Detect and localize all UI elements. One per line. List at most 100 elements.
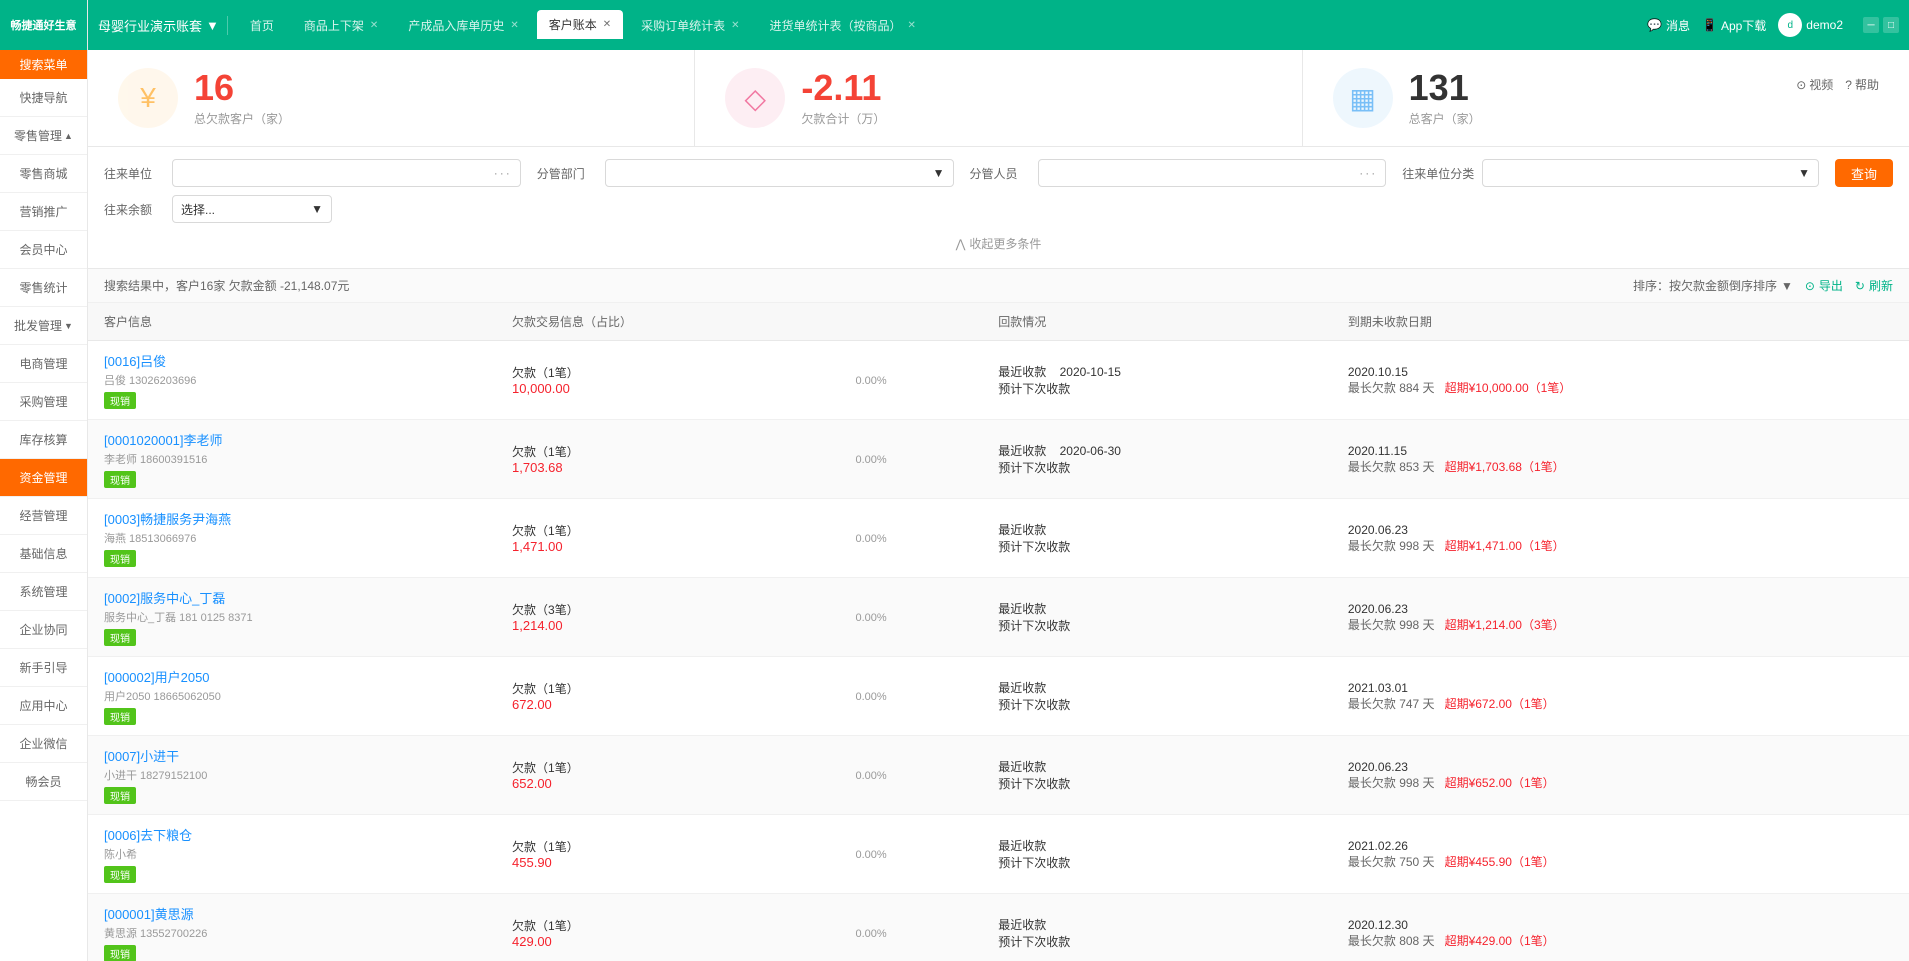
- customer-name-1[interactable]: [0001020001]李老师: [104, 433, 223, 448]
- overdue-link-2[interactable]: 超期¥1,471.00（1笔）: [1445, 539, 1565, 553]
- refresh-label: 刷新: [1869, 277, 1893, 294]
- customer-tag-1: 现销: [104, 471, 136, 488]
- next-payment-6: 预计下次收款: [998, 854, 1316, 871]
- tab-product-listing[interactable]: 商品上下架 ✕: [292, 11, 390, 40]
- maximize-btn[interactable]: □: [1883, 17, 1899, 33]
- sidebar-item-collab[interactable]: 企业协同: [0, 611, 87, 649]
- due-date-7: 2020.12.30: [1348, 918, 1893, 932]
- overdue-link-5[interactable]: 超期¥652.00（1笔）: [1445, 776, 1555, 790]
- tab-product-listing-close[interactable]: ✕: [370, 20, 378, 31]
- search-button[interactable]: 查询: [1835, 159, 1893, 187]
- cell-debt-info-1: 欠款（1笔） 1,703.68: [496, 420, 839, 499]
- sidebar-item-apps[interactable]: 应用中心: [0, 687, 87, 725]
- customer-name-7[interactable]: [000001]黄思源: [104, 907, 194, 922]
- sidebar-item-finance[interactable]: 资金管理: [0, 459, 87, 497]
- suite-selector[interactable]: 母婴行业演示账套 ▼: [98, 16, 228, 35]
- filter-dept-label: 分管部门: [537, 165, 597, 182]
- overdue-link-0[interactable]: 超期¥10,000.00（1笔）: [1445, 381, 1572, 395]
- due-date-2: 2020.06.23: [1348, 523, 1893, 537]
- debt-customers-label: 总欠款客户（家）: [194, 110, 290, 127]
- due-date-1: 2020.11.15: [1348, 444, 1893, 458]
- search-menu-btn[interactable]: 搜索菜单: [0, 50, 87, 79]
- customer-name-2[interactable]: [0003]畅捷服务尹海燕: [104, 512, 231, 527]
- sidebar-item-guide[interactable]: 新手引导: [0, 649, 87, 687]
- tab-customer-account[interactable]: 客户账本 ✕: [537, 10, 623, 41]
- tab-home[interactable]: 首页: [238, 11, 286, 40]
- filter-category-select[interactable]: ▼: [1482, 159, 1819, 187]
- debt-amount-4[interactable]: 672.00: [512, 697, 823, 712]
- cell-customer-info-5: [0007]小进干 小进干 18279152100 现销: [88, 736, 496, 815]
- cell-due-date-5: 2020.06.23 最长欠款 998 天 超期¥652.00（1笔）: [1332, 736, 1909, 815]
- customer-name-3[interactable]: [0002]服务中心_丁磊: [104, 591, 225, 606]
- debt-amount-7[interactable]: 429.00: [512, 934, 823, 949]
- tab-inventory-history-close[interactable]: ✕: [510, 20, 518, 31]
- suite-dropdown-icon: ▼: [206, 18, 219, 33]
- overdue-link-1[interactable]: 超期¥1,703.68（1笔）: [1445, 460, 1565, 474]
- sidebar-item-inventory[interactable]: 库存核算: [0, 421, 87, 459]
- collapse-filters-btn[interactable]: ⋀ 收起更多条件: [104, 231, 1893, 256]
- customer-name-4[interactable]: [000002]用户2050: [104, 670, 210, 685]
- sidebar-item-system[interactable]: 系统管理: [0, 573, 87, 611]
- debt-amount-6[interactable]: 455.90: [512, 855, 823, 870]
- app-download-btn[interactable]: 📱 App下载: [1702, 17, 1766, 34]
- customer-name-5[interactable]: [0007]小进干: [104, 749, 179, 764]
- debt-amount-5[interactable]: 652.00: [512, 776, 823, 791]
- cell-due-date-1: 2020.11.15 最长欠款 853 天 超期¥1,703.68（1笔）: [1332, 420, 1909, 499]
- th-debt-pct: [839, 303, 982, 341]
- refresh-btn[interactable]: ↻ 刷新: [1855, 277, 1893, 294]
- debt-amount-2[interactable]: 1,471.00: [512, 539, 823, 554]
- sidebar-item-basic-info[interactable]: 基础信息: [0, 535, 87, 573]
- table-row: [000002]用户2050 用户2050 18665062050 现销 欠款（…: [88, 657, 1909, 736]
- sort-selector[interactable]: 排序：按欠款金额倒序排序 ▼: [1633, 277, 1793, 294]
- sidebar-item-retail-stats[interactable]: 零售统计: [0, 269, 87, 307]
- sidebar-item-retail-mgmt[interactable]: 零售管理 ▲: [0, 117, 87, 155]
- filter-person-input[interactable]: ···: [1038, 159, 1387, 187]
- overdue-link-4[interactable]: 超期¥672.00（1笔）: [1445, 697, 1555, 711]
- customer-tag-3: 现销: [104, 629, 136, 646]
- customer-name-6[interactable]: [0006]去下粮仓: [104, 828, 192, 843]
- sidebar-item-member[interactable]: 会员中心: [0, 231, 87, 269]
- debt-amount-3[interactable]: 1,214.00: [512, 618, 823, 633]
- sidebar-item-purchase[interactable]: 采购管理: [0, 383, 87, 421]
- tab-inventory-history[interactable]: 产成品入库单历史 ✕: [396, 11, 530, 40]
- tab-purchase-stats[interactable]: 采购订单统计表 ✕: [629, 11, 751, 40]
- filter-dept-select[interactable]: ▼: [605, 159, 954, 187]
- tab-inbound-stats-close[interactable]: ✕: [908, 20, 916, 31]
- sidebar-item-quick-nav[interactable]: 快捷导航: [0, 79, 87, 117]
- filter-balance-select[interactable]: 选择... ▼: [172, 195, 332, 223]
- sidebar-item-ecommerce[interactable]: 电商管理: [0, 345, 87, 383]
- debt-pct-0: 0.00%: [855, 375, 966, 387]
- debt-amount-0[interactable]: 10,000.00: [512, 381, 823, 396]
- minimize-btn[interactable]: ─: [1863, 17, 1879, 33]
- total-customers-value: 131: [1409, 70, 1481, 106]
- cell-debt-pct-3: 0.00%: [839, 578, 982, 657]
- sidebar-item-wholesale[interactable]: 批发管理 ▼: [0, 307, 87, 345]
- debt-amount-1[interactable]: 1,703.68: [512, 460, 823, 475]
- sidebar-item-marketing[interactable]: 营销推广: [0, 193, 87, 231]
- username-label: demo2: [1806, 18, 1843, 32]
- export-btn[interactable]: ⊙ 导出: [1805, 277, 1843, 294]
- filter-unit-input[interactable]: ···: [172, 159, 521, 187]
- debt-total-value: -2.11: [801, 70, 885, 106]
- sidebar-item-wechat[interactable]: 企业微信: [0, 725, 87, 763]
- tab-inbound-stats[interactable]: 进货单统计表（按商品） ✕: [758, 11, 928, 40]
- sidebar-item-retail-mall[interactable]: 零售商城: [0, 155, 87, 193]
- debt-pct-5: 0.00%: [855, 770, 966, 782]
- tab-purchase-stats-close[interactable]: ✕: [731, 20, 739, 31]
- overdue-link-3[interactable]: 超期¥1,214.00（3笔）: [1445, 618, 1565, 632]
- help-btn[interactable]: ?帮助: [1845, 76, 1879, 93]
- video-btn[interactable]: ⊙视频: [1796, 76, 1833, 93]
- customer-name-0[interactable]: [0016]吕俊: [104, 354, 166, 369]
- overdue-link-6[interactable]: 超期¥455.90（1笔）: [1445, 855, 1555, 869]
- overdue-link-7[interactable]: 超期¥429.00（1笔）: [1445, 934, 1555, 948]
- total-customers-label: 总客户（家）: [1409, 110, 1481, 127]
- tab-purchase-stats-label: 采购订单统计表: [641, 17, 725, 34]
- sidebar-item-operations[interactable]: 经营管理: [0, 497, 87, 535]
- cell-due-date-2: 2020.06.23 最长欠款 998 天 超期¥1,471.00（1笔）: [1332, 499, 1909, 578]
- tab-customer-account-close[interactable]: ✕: [603, 19, 611, 30]
- message-btn[interactable]: 💬 消息: [1647, 17, 1690, 34]
- sidebar-item-member2[interactable]: 畅会员: [0, 763, 87, 801]
- user-profile-btn[interactable]: d demo2: [1778, 13, 1843, 37]
- cell-debt-pct-6: 0.00%: [839, 815, 982, 894]
- export-icon: ⊙: [1805, 279, 1815, 293]
